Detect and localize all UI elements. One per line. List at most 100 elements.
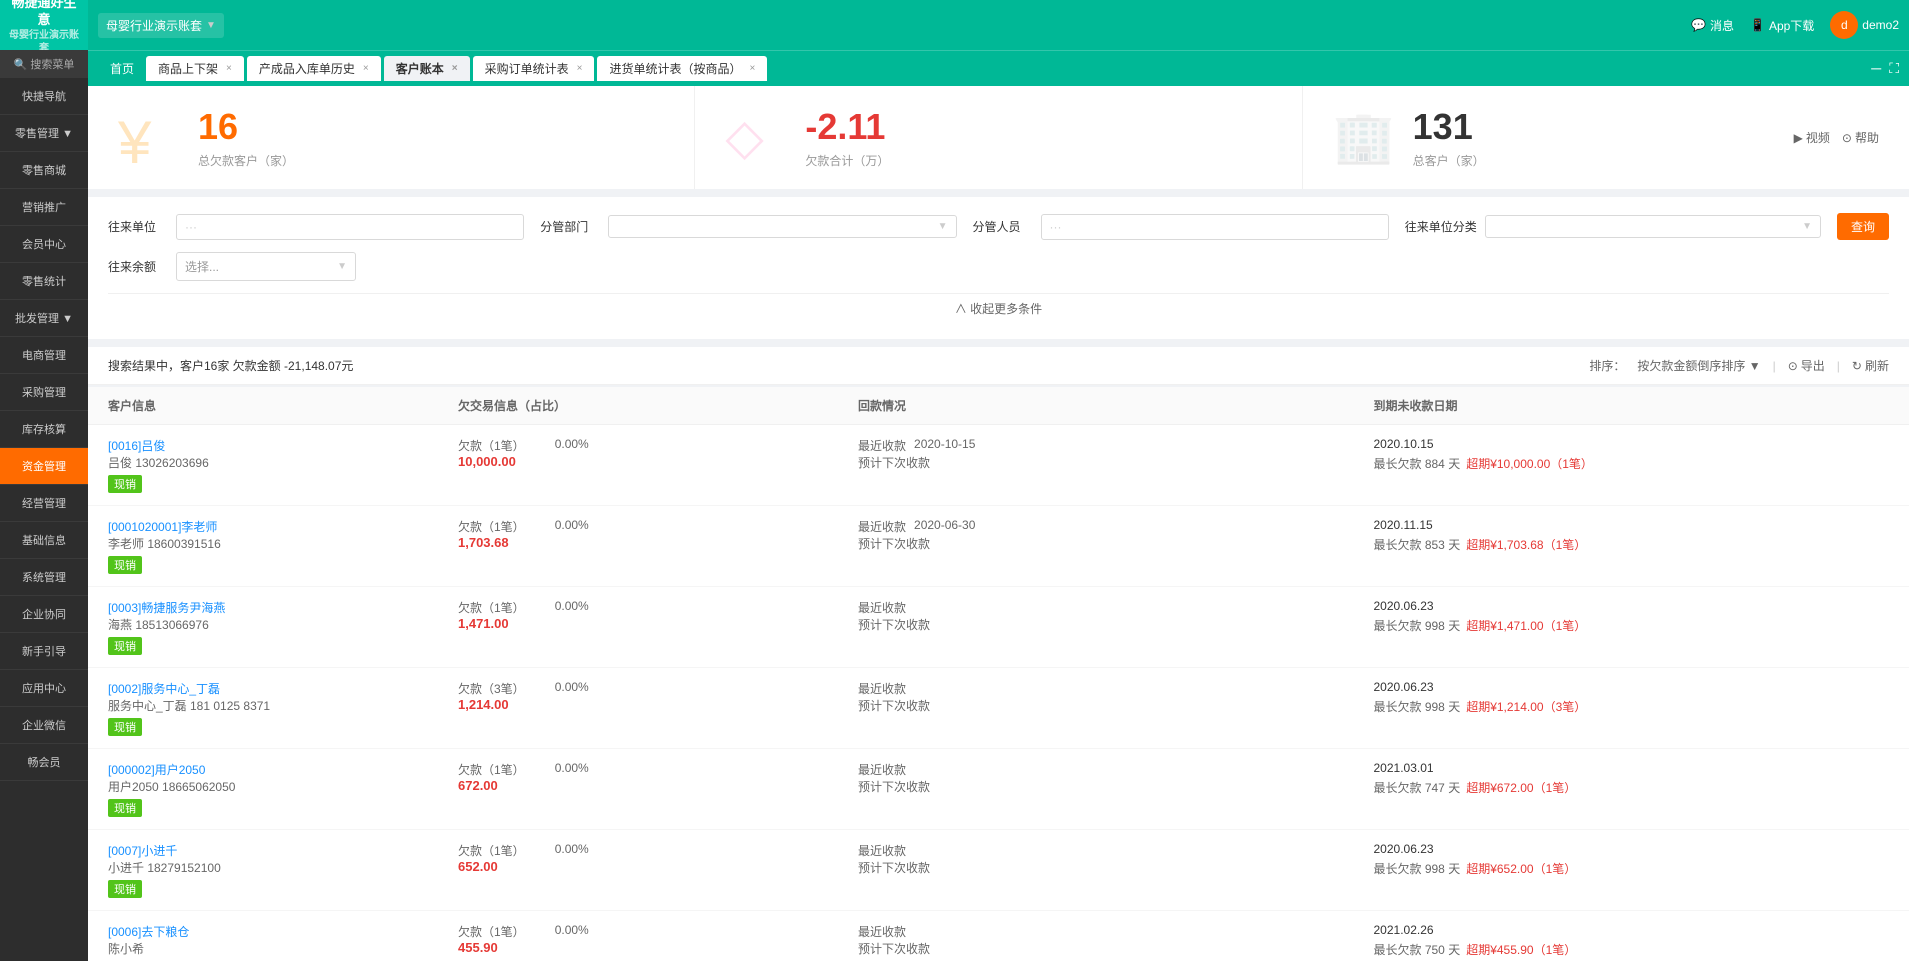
tab-purchase-order[interactable]: 采购订单统计表 × xyxy=(473,56,595,81)
sort-select[interactable]: 按欠款金额倒序排序 ▼ xyxy=(1637,357,1760,374)
stat-card-debt-total: ◇ -2.11 欠款合计（万） xyxy=(695,86,1302,189)
tab-close-icon[interactable]: × xyxy=(452,63,458,74)
recovery-info: 最近收款 预计下次收款 xyxy=(858,923,1374,957)
debt-info: 欠款（1笔） 1,471.00 0.00% xyxy=(458,599,858,631)
tab-home[interactable]: 首页 xyxy=(98,56,146,81)
sidebar-item-member[interactable]: 会员中心 xyxy=(0,226,88,263)
due-info: 2021.02.26 最长欠款 750 天 超期¥455.90（1笔） xyxy=(1374,923,1890,958)
last-payment-label: 最近收款 xyxy=(858,761,906,778)
customer-tag: 现销 xyxy=(108,556,142,574)
debt-info: 欠款（1笔） 455.90 0.00% xyxy=(458,923,858,955)
video-action[interactable]: ▶ 视频 xyxy=(1794,129,1830,146)
due-info: 2020.10.15 最长欠款 884 天 超期¥10,000.00（1笔） xyxy=(1374,437,1890,472)
debt-ratio: 0.00% xyxy=(555,923,589,937)
overdue-amount[interactable]: 超期¥1,703.68（1笔） xyxy=(1466,536,1586,553)
person-dots: ··· xyxy=(1050,220,1062,234)
query-button[interactable]: 查询 xyxy=(1837,213,1889,240)
app-download-button[interactable]: 📱 App下载 xyxy=(1750,17,1814,34)
overdue-amount[interactable]: 超期¥672.00（1笔） xyxy=(1466,779,1576,796)
help-action[interactable]: ⊙ 帮助 xyxy=(1842,129,1879,146)
sidebar-item-label: 资金管理 xyxy=(6,458,82,474)
overdue-amount[interactable]: 超期¥1,214.00（3笔） xyxy=(1466,698,1586,715)
sidebar-item-label: 企业微信 xyxy=(6,717,82,733)
overdue-amount[interactable]: 超期¥455.90（1笔） xyxy=(1466,941,1576,958)
source-unit-input[interactable]: ··· xyxy=(176,214,524,240)
tab-close-icon[interactable]: × xyxy=(577,63,583,74)
unit-category-select[interactable]: ▼ xyxy=(1485,215,1821,238)
stat-actions: ▶ 视频 ⊙ 帮助 xyxy=(1794,129,1879,146)
export-button[interactable]: ⊙ 导出 xyxy=(1788,357,1825,374)
maximize-icon[interactable]: ⛶ xyxy=(1889,60,1899,77)
tab-close-icon[interactable]: × xyxy=(363,63,369,74)
sidebar-item-retail-store[interactable]: 零售商城 xyxy=(0,152,88,189)
tab-product-history[interactable]: 产成品入库单历史 × xyxy=(247,56,381,81)
recovery-info: 最近收款 预计下次收款 xyxy=(858,842,1374,876)
sidebar-item-retail-stats[interactable]: 零售统计 xyxy=(0,263,88,300)
message-button[interactable]: 💬 消息 xyxy=(1691,17,1734,34)
debt-amount: 10,000.00 xyxy=(458,454,525,469)
sidebar-item-newbie[interactable]: 新手引导 xyxy=(0,633,88,670)
customer-name-link[interactable]: [000002]用户2050 xyxy=(108,761,458,778)
top-bar: 母婴行业演示账套 ▼ 💬 消息 📱 App下载 d demo2 xyxy=(88,0,1909,50)
sidebar-item-label: 采购管理 xyxy=(6,384,82,400)
sidebar-item-batch-mgmt[interactable]: 批发管理 ▼ xyxy=(0,300,88,337)
last-payment-label: 最近收款 xyxy=(858,680,906,697)
sidebar-item-ecom[interactable]: 电商管理 xyxy=(0,337,88,374)
sidebar-item-wechat[interactable]: 企业微信 xyxy=(0,707,88,744)
minimize-icon[interactable]: ─ xyxy=(1871,60,1881,77)
customer-tag: 现销 xyxy=(108,799,142,817)
debt-count: 欠款（1笔） xyxy=(458,761,525,778)
table-row: [0001020001]李老师 李老师 18600391516 现销 欠款（1笔… xyxy=(88,506,1909,587)
sidebar-item-marketing[interactable]: 营销推广 xyxy=(0,189,88,226)
dept-select[interactable]: ▼ xyxy=(608,215,956,238)
tab-close-icon[interactable]: × xyxy=(749,63,755,74)
person-input[interactable]: ··· xyxy=(1041,214,1389,240)
collapse-filter-button[interactable]: ∧ 收起更多条件 xyxy=(108,293,1889,323)
customer-name-link[interactable]: [0016]吕俊 xyxy=(108,437,458,454)
table-row: [0016]吕俊 吕俊 13026203696 现销 欠款（1笔） 10,000… xyxy=(88,425,1909,506)
customer-name-link[interactable]: [0003]畅捷服务尹海燕 xyxy=(108,599,458,616)
next-payment: 预计下次收款 xyxy=(858,535,1374,552)
sidebar-item-ops[interactable]: 经营管理 xyxy=(0,485,88,522)
person-label: 分管人员 xyxy=(973,218,1033,235)
sidebar-item-finance[interactable]: 资金管理 xyxy=(0,448,88,485)
customer-phone: 李老师 18600391516 xyxy=(108,535,458,552)
sidebar-item-system[interactable]: 系统管理 xyxy=(0,559,88,596)
stat-card-total-customers: 🏢 131 总客户（家） ▶ 视频 ⊙ 帮助 xyxy=(1303,86,1909,189)
customer-name-link[interactable]: [0007]小进千 xyxy=(108,842,458,859)
sidebar-item-purchase[interactable]: 采购管理 xyxy=(0,374,88,411)
overdue-amount[interactable]: 超期¥652.00（1笔） xyxy=(1466,860,1576,877)
customer-info: [0016]吕俊 吕俊 13026203696 现销 xyxy=(108,437,458,493)
tab-customer-ledger[interactable]: 客户账本 × xyxy=(384,56,470,81)
user-avatar[interactable]: d demo2 xyxy=(1830,11,1899,39)
total-customers-label: 总客户（家） xyxy=(1413,152,1485,169)
tab-goods-import[interactable]: 进货单统计表（按商品） × xyxy=(597,56,767,81)
sidebar-item-quick-nav[interactable]: 快捷导航 xyxy=(0,78,88,115)
customer-info: [0002]服务中心_丁磊 服务中心_丁磊 181 0125 8371 现销 xyxy=(108,680,458,736)
overdue-amount[interactable]: 超期¥10,000.00（1笔） xyxy=(1466,455,1593,472)
sidebar-search[interactable]: 🔍 搜索菜单 xyxy=(0,50,88,78)
unit-category-dropdown-icon: ▼ xyxy=(1802,221,1812,232)
table-container: 客户信息 欠交易信息（占比） 回款情况 到期未收款日期 [0016]吕俊 吕俊 … xyxy=(88,387,1909,961)
sidebar-item-inventory[interactable]: 库存核算 xyxy=(0,411,88,448)
next-payment: 预计下次收款 xyxy=(858,778,1374,795)
customer-name-link[interactable]: [0006]去下粮仓 xyxy=(108,923,458,940)
sidebar-item-retail-mgmt[interactable]: 零售管理 ▼ xyxy=(0,115,88,152)
company-selector[interactable]: 母婴行业演示账套 ▼ xyxy=(98,13,224,38)
tab-close-icon[interactable]: × xyxy=(226,63,232,74)
customer-name-link[interactable]: [0002]服务中心_丁磊 xyxy=(108,680,458,697)
customer-name-link[interactable]: [0001020001]李老师 xyxy=(108,518,458,535)
sidebar-item-basic[interactable]: 基础信息 xyxy=(0,522,88,559)
balance-select[interactable]: 选择... ▼ xyxy=(176,252,356,281)
col-header-recovery: 回款情况 xyxy=(858,397,1374,414)
sidebar-item-vip[interactable]: 畅会员 xyxy=(0,744,88,781)
sidebar-item-apps[interactable]: 应用中心 xyxy=(0,670,88,707)
dept-dropdown-icon: ▼ xyxy=(938,221,948,232)
sidebar-item-label: 企业协同 xyxy=(6,606,82,622)
due-date: 2020.06.23 xyxy=(1374,680,1890,694)
sort-label: 排序： xyxy=(1589,357,1625,374)
refresh-button[interactable]: ↻ 刷新 xyxy=(1852,357,1889,374)
overdue-amount[interactable]: 超期¥1,471.00（1笔） xyxy=(1466,617,1586,634)
sidebar-item-corp[interactable]: 企业协同 xyxy=(0,596,88,633)
tab-goods-on-off[interactable]: 商品上下架 × xyxy=(146,56,244,81)
